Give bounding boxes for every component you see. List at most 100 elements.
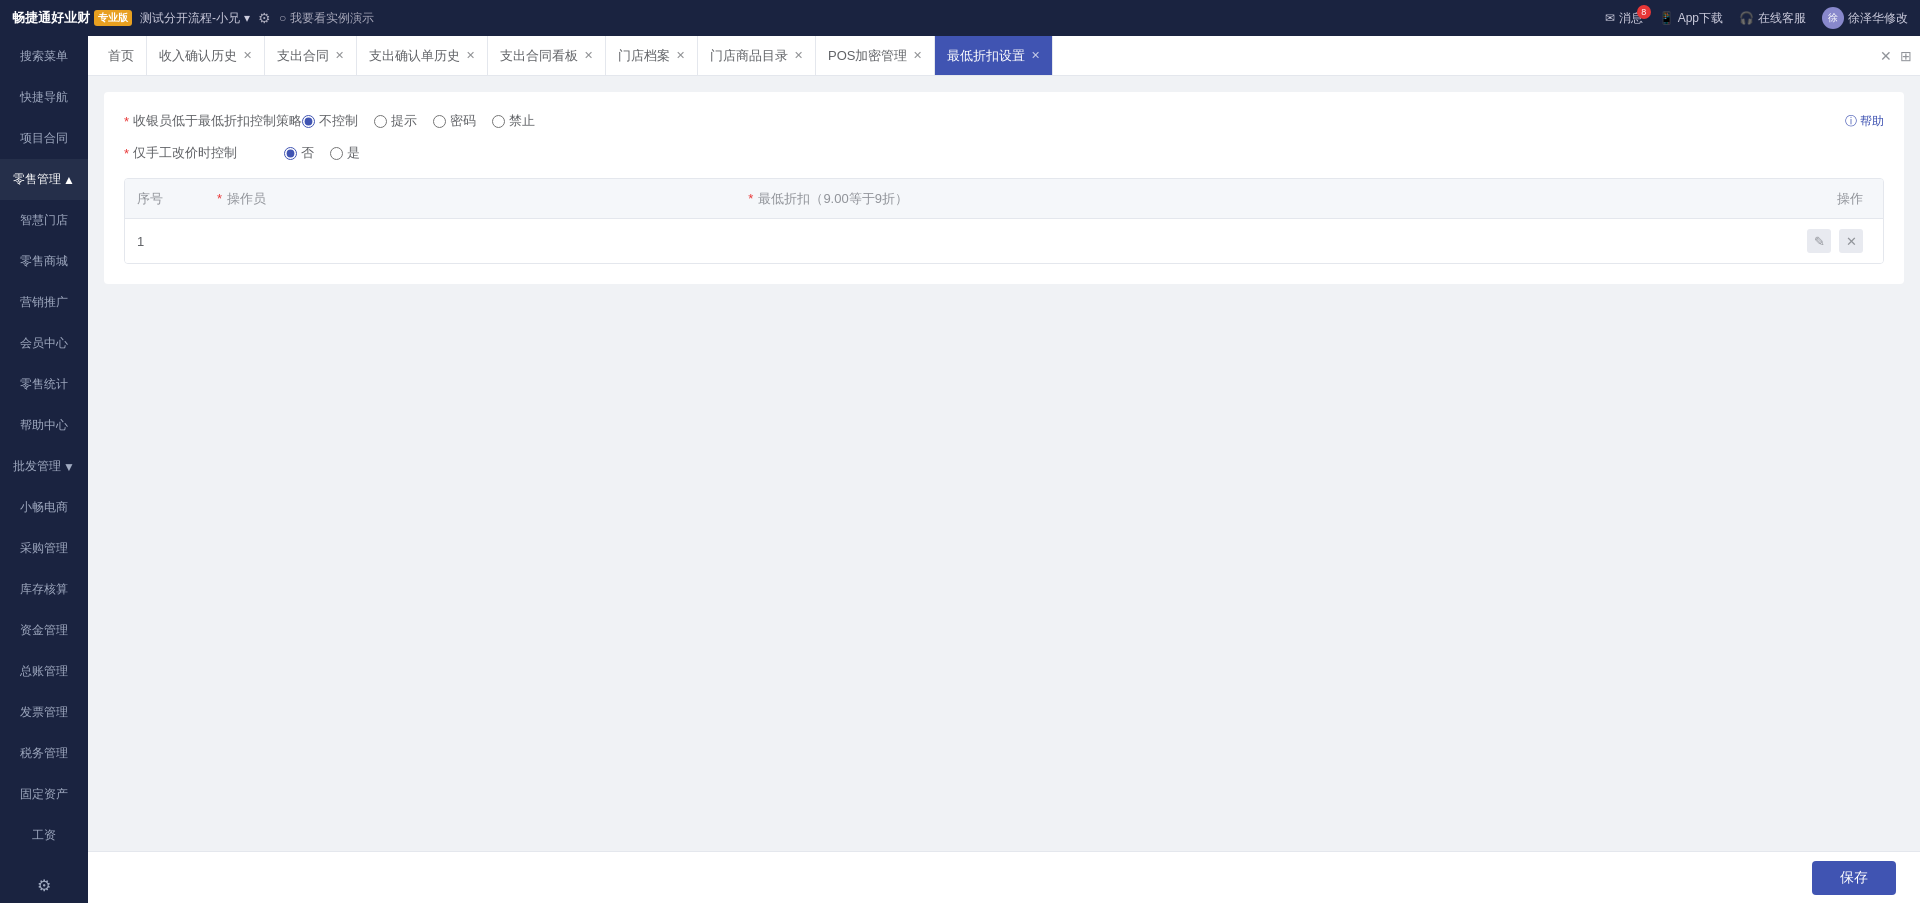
sidebar-item-invoice-management[interactable]: 发票管理 bbox=[0, 692, 88, 733]
headset-icon: 🎧 bbox=[1739, 11, 1754, 25]
sidebar-label: 小畅电商 bbox=[4, 499, 84, 516]
sidebar-item-ledger-management[interactable]: 总账管理 bbox=[0, 651, 88, 692]
th-discount: * 最低折扣（9.00等于9折） bbox=[736, 190, 1775, 208]
sidebar-label: 固定资产 bbox=[4, 786, 84, 803]
sidebar-item-fund-management[interactable]: 资金管理 bbox=[0, 610, 88, 651]
radio-forbid[interactable]: 禁止 bbox=[492, 112, 535, 130]
discount-strategy-radio-group: 不控制 提示 密码 禁止 bbox=[302, 112, 535, 130]
th-label: 操作员 bbox=[227, 190, 266, 208]
sidebar-item-member-center[interactable]: 会员中心 bbox=[0, 323, 88, 364]
sidebar-label: 批发管理 bbox=[13, 458, 61, 475]
tab-income-history[interactable]: 收入确认历史 ✕ bbox=[147, 36, 265, 76]
discount-table: 序号 * 操作员 * 最低折扣（9.00等于9折） 操作 bbox=[124, 178, 1884, 264]
form-row-discount-strategy: * 收银员低于最低折扣控制策略 不控制 提示 bbox=[124, 112, 1884, 130]
user-name: 徐泽华修改 bbox=[1848, 10, 1908, 27]
label-text: 仅手工改价时控制 bbox=[133, 144, 237, 162]
radio-label: 密码 bbox=[450, 112, 476, 130]
help-button[interactable]: ⓘ 帮助 bbox=[1845, 113, 1884, 130]
radio-password-input[interactable] bbox=[433, 115, 446, 128]
project-selector[interactable]: 测试分开流程-小兄 ▾ bbox=[140, 10, 250, 27]
sidebar-label: 总账管理 bbox=[4, 663, 84, 680]
settings-gear-icon[interactable]: ⚙ bbox=[258, 10, 271, 26]
sidebar-item-quick-nav[interactable]: 快捷导航 bbox=[0, 77, 88, 118]
tab-expense-contract[interactable]: 支出合同 ✕ bbox=[265, 36, 357, 76]
tab-close-icon[interactable]: ✕ bbox=[584, 49, 593, 62]
sidebar-label: 工资 bbox=[4, 827, 84, 844]
demo-link[interactable]: ○ 我要看实例演示 bbox=[279, 10, 374, 27]
sidebar-item-smart-store[interactable]: 智慧门店 bbox=[0, 200, 88, 241]
sidebar-item-purchase-management[interactable]: 采购管理 bbox=[0, 528, 88, 569]
sidebar-label: 零售管理 bbox=[13, 171, 61, 188]
tab-store-product[interactable]: 门店商品目录 ✕ bbox=[698, 36, 816, 76]
message-badge: 8 bbox=[1637, 5, 1651, 19]
sidebar-label: 税务管理 bbox=[4, 745, 84, 762]
arrow-down-icon: ▼ bbox=[63, 460, 75, 474]
td-action: ✎ ✕ bbox=[1775, 229, 1875, 253]
required-star: * bbox=[748, 191, 753, 206]
expand-tabs-icon[interactable]: ⊞ bbox=[1900, 48, 1912, 64]
tab-close-icon[interactable]: ✕ bbox=[913, 49, 922, 62]
tab-close-icon[interactable]: ✕ bbox=[243, 49, 252, 62]
th-seq: 序号 bbox=[125, 190, 205, 208]
sidebar-label: 零售统计 bbox=[4, 376, 84, 393]
tab-close-icon[interactable]: ✕ bbox=[676, 49, 685, 62]
message-button[interactable]: ✉ 消息 8 bbox=[1605, 10, 1643, 27]
radio-remind-input[interactable] bbox=[374, 115, 387, 128]
tab-expense-confirm-history[interactable]: 支出确认单历史 ✕ bbox=[357, 36, 488, 76]
sidebar-item-marketing[interactable]: 营销推广 bbox=[0, 282, 88, 323]
tabs-bar-actions: ✕ ⊞ bbox=[1880, 48, 1912, 64]
tab-min-discount[interactable]: 最低折扣设置 ✕ bbox=[935, 36, 1053, 76]
sidebar-item-fixed-assets[interactable]: 固定资产 bbox=[0, 774, 88, 815]
tab-store-file[interactable]: 门店档案 ✕ bbox=[606, 36, 698, 76]
sidebar-item-tax-management[interactable]: 税务管理 bbox=[0, 733, 88, 774]
radio-password[interactable]: 密码 bbox=[433, 112, 476, 130]
edit-icon[interactable]: ✎ bbox=[1807, 229, 1831, 253]
sidebar-bottom: ⚙ bbox=[0, 856, 88, 903]
sidebar-item-wholesale-management[interactable]: 批发管理 ▼ bbox=[0, 446, 88, 487]
sidebar-label: 智慧门店 bbox=[4, 212, 84, 229]
tab-pos-encrypt[interactable]: POS加密管理 ✕ bbox=[816, 36, 935, 76]
th-action: 操作 bbox=[1775, 190, 1875, 208]
radio-label: 不控制 bbox=[319, 112, 358, 130]
sidebar-item-help-center[interactable]: 帮助中心 bbox=[0, 405, 88, 446]
save-button[interactable]: 保存 bbox=[1812, 861, 1896, 895]
user-button[interactable]: 徐 徐泽华修改 bbox=[1822, 7, 1908, 29]
delete-icon[interactable]: ✕ bbox=[1839, 229, 1863, 253]
tab-home[interactable]: 首页 bbox=[96, 36, 147, 76]
download-icon: 📱 bbox=[1659, 11, 1674, 25]
sidebar-item-retail-stats[interactable]: 零售统计 bbox=[0, 364, 88, 405]
table-header: 序号 * 操作员 * 最低折扣（9.00等于9折） 操作 bbox=[125, 179, 1883, 219]
tab-label: 支出合同 bbox=[277, 47, 329, 65]
radio-no[interactable]: 否 bbox=[284, 144, 314, 162]
tab-close-icon[interactable]: ✕ bbox=[335, 49, 344, 62]
radio-no-input[interactable] bbox=[284, 147, 297, 160]
sidebar-item-inventory[interactable]: 库存核算 bbox=[0, 569, 88, 610]
sidebar-gear-icon[interactable]: ⚙ bbox=[0, 868, 88, 903]
required-star: * bbox=[124, 114, 129, 129]
sidebar-item-salary[interactable]: 工资 bbox=[0, 815, 88, 856]
radio-no-control-input[interactable] bbox=[302, 115, 315, 128]
customer-service-label: 在线客服 bbox=[1758, 10, 1806, 27]
customer-service-button[interactable]: 🎧 在线客服 bbox=[1739, 10, 1806, 27]
tab-close-icon[interactable]: ✕ bbox=[794, 49, 803, 62]
sidebar-item-project-contract[interactable]: 项目合同 bbox=[0, 118, 88, 159]
tab-close-icon[interactable]: ✕ bbox=[466, 49, 475, 62]
table-row: 1 ✎ ✕ bbox=[125, 219, 1883, 263]
sidebar-label: 零售商城 bbox=[4, 253, 84, 270]
sidebar-label: 帮助中心 bbox=[4, 417, 84, 434]
radio-yes-input[interactable] bbox=[330, 147, 343, 160]
demo-label: 我要看实例演示 bbox=[290, 10, 374, 27]
tab-expense-kanban[interactable]: 支出合同看板 ✕ bbox=[488, 36, 606, 76]
radio-no-control[interactable]: 不控制 bbox=[302, 112, 358, 130]
tab-close-icon[interactable]: ✕ bbox=[1031, 49, 1040, 62]
radio-forbid-input[interactable] bbox=[492, 115, 505, 128]
sidebar-item-retail-management[interactable]: 零售管理 ▲ bbox=[0, 159, 88, 200]
top-bar-left: 畅捷通好业财 专业版 测试分开流程-小兄 ▾ ⚙ ○ 我要看实例演示 bbox=[12, 9, 374, 27]
close-tabs-icon[interactable]: ✕ bbox=[1880, 48, 1892, 64]
sidebar-item-search-menu[interactable]: 搜索菜单 bbox=[0, 36, 88, 77]
sidebar-item-retail-mall[interactable]: 零售商城 bbox=[0, 241, 88, 282]
sidebar-item-ecommerce[interactable]: 小畅电商 bbox=[0, 487, 88, 528]
radio-remind[interactable]: 提示 bbox=[374, 112, 417, 130]
radio-yes[interactable]: 是 bbox=[330, 144, 360, 162]
app-download-button[interactable]: 📱 App下载 bbox=[1659, 10, 1723, 27]
